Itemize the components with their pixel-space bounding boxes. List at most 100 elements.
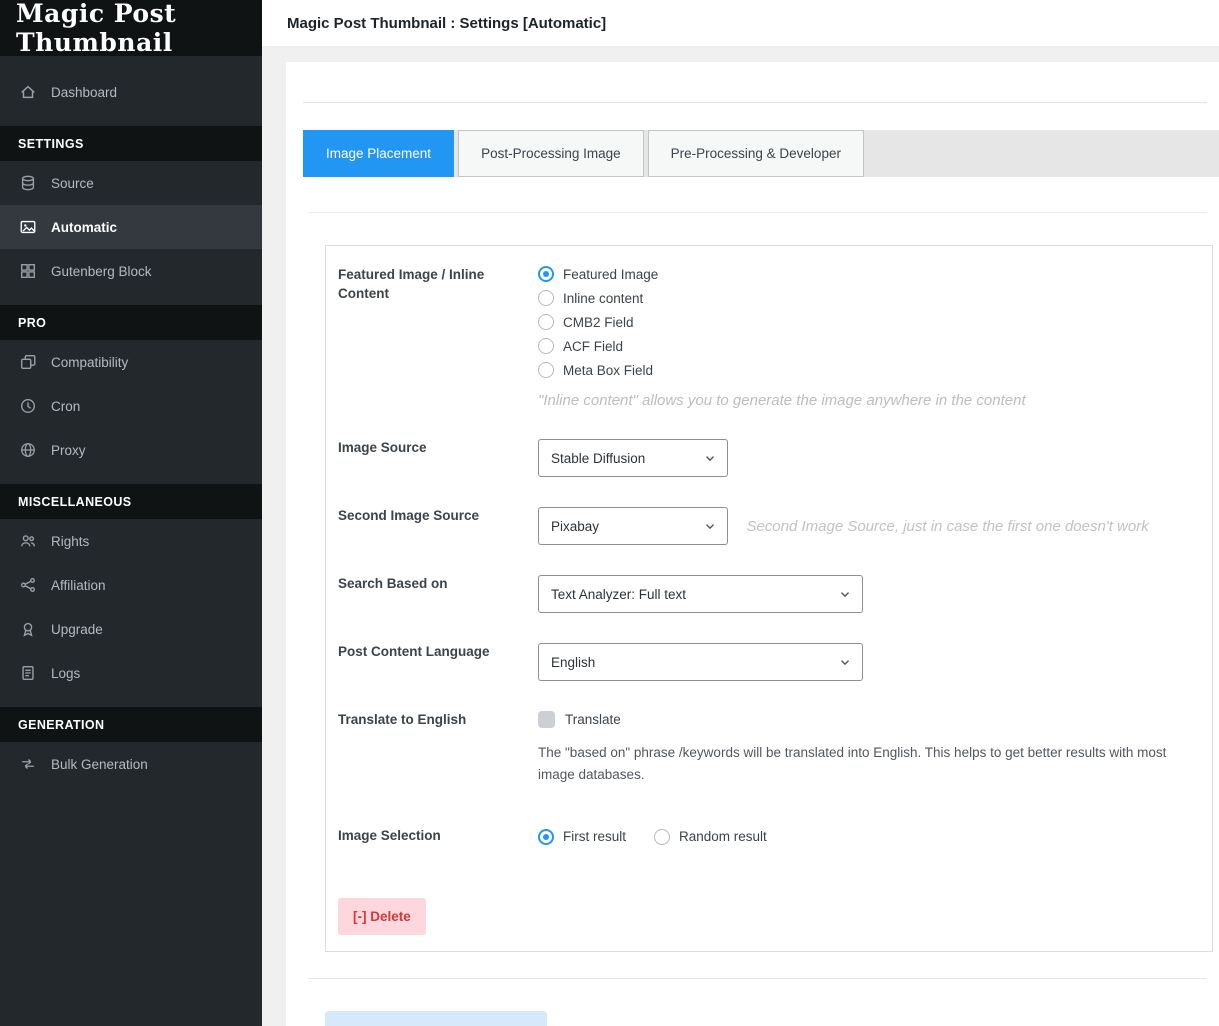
select-value: Pixabay: [551, 519, 599, 534]
award-icon: [18, 619, 38, 639]
sidebar-item-automatic[interactable]: Automatic: [0, 205, 262, 249]
sidebar-item-label: Bulk Generation: [51, 757, 148, 772]
post-content-language-select[interactable]: English: [538, 643, 863, 681]
clock-icon: [18, 396, 38, 416]
placement-options: Featured Image Inline content CMB2 Field…: [538, 266, 1200, 409]
sidebar: Magic Post Thumbnail Dashboard SETTINGS …: [0, 0, 262, 1026]
database-icon: [18, 173, 38, 193]
second-image-source-select[interactable]: Pixabay: [538, 507, 728, 545]
sidebar-item-rights[interactable]: Rights: [0, 519, 262, 563]
image-selection-options: First result Random result: [538, 827, 1200, 846]
radio-label: Meta Box Field: [563, 363, 653, 378]
app-logo: Magic Post Thumbnail: [0, 0, 262, 56]
checkbox-icon: [538, 711, 555, 728]
radio-first-result[interactable]: First result: [538, 829, 626, 845]
settings-card: Image Placement Post-Processing Image Pr…: [286, 62, 1219, 1026]
globe-icon: [18, 440, 38, 460]
select-value: English: [551, 655, 595, 670]
image-location-box: Featured Image / Inline Content Featured…: [325, 245, 1213, 952]
row-image-source: Image Source Stable Diffusion: [338, 439, 1200, 477]
sidebar-item-label: Automatic: [51, 220, 117, 235]
network-icon: [18, 575, 38, 595]
chevron-down-icon: [838, 655, 852, 669]
radio-icon: [538, 338, 554, 354]
radio-label: Inline content: [563, 291, 643, 306]
document-icon: [18, 663, 38, 683]
radio-meta-box-field[interactable]: Meta Box Field: [538, 362, 653, 378]
radio-icon: [538, 290, 554, 306]
sidebar-item-bulk-generation[interactable]: Bulk Generation: [0, 742, 262, 786]
sidebar-section-miscellaneous: MISCELLANEOUS: [0, 484, 262, 519]
radio-random-result[interactable]: Random result: [654, 829, 767, 845]
sidebar-item-label: Rights: [51, 534, 89, 549]
post-content-language-control: English: [538, 643, 1200, 681]
field-label-search-based-on: Search Based on: [338, 575, 538, 613]
card-divider: [303, 102, 1207, 103]
sidebar-item-cron[interactable]: Cron: [0, 384, 262, 428]
content-divider-bottom: [308, 978, 1207, 979]
second-image-source-control: Pixabay Second Image Source, just in cas…: [538, 507, 1200, 545]
sidebar-item-label: Source: [51, 176, 94, 191]
radio-icon: [654, 829, 670, 845]
tab-image-placement[interactable]: Image Placement: [303, 130, 454, 177]
sidebar-item-source[interactable]: Source: [0, 161, 262, 205]
radio-label: First result: [563, 829, 626, 844]
sidebar-item-upgrade[interactable]: Upgrade: [0, 607, 262, 651]
app-logo-text: Magic Post Thumbnail: [16, 0, 246, 57]
sidebar-section-settings: SETTINGS: [0, 126, 262, 161]
field-label-image-selection: Image Selection: [338, 827, 538, 846]
image-icon: [18, 217, 38, 237]
users-icon: [18, 531, 38, 551]
chevron-down-icon: [838, 587, 852, 601]
radio-icon: [538, 266, 554, 282]
sidebar-item-logs[interactable]: Logs: [0, 651, 262, 695]
topbar: Magic Post Thumbnail : Settings [Automat…: [262, 0, 1219, 46]
delete-button[interactable]: [-] Delete: [338, 898, 426, 935]
select-value: Stable Diffusion: [551, 451, 645, 466]
search-based-on-select[interactable]: Text Analyzer: Full text: [538, 575, 863, 613]
search-based-on-control: Text Analyzer: Full text: [538, 575, 1200, 613]
sidebar-item-gutenberg-block[interactable]: Gutenberg Block: [0, 249, 262, 293]
chevron-down-icon: [703, 519, 717, 533]
add-image-location-button[interactable]: [+] ADD AN IMAGE LOCATION: [325, 1011, 547, 1026]
sidebar-item-label: Compatibility: [51, 355, 128, 370]
translate-control: Translate The "based on" phrase /keyword…: [538, 711, 1200, 785]
sidebar-item-label: Logs: [51, 666, 80, 681]
image-source-select[interactable]: Stable Diffusion: [538, 439, 728, 477]
radio-cmb2-field[interactable]: CMB2 Field: [538, 314, 634, 330]
sidebar-section-pro: PRO: [0, 305, 262, 340]
tab-pre-processing-developer[interactable]: Pre-Processing & Developer: [648, 130, 864, 177]
radio-acf-field[interactable]: ACF Field: [538, 338, 623, 354]
radio-label: CMB2 Field: [563, 315, 634, 330]
field-label-post-content-language: Post Content Language: [338, 643, 538, 681]
radio-featured-image[interactable]: Featured Image: [538, 266, 658, 282]
layers-icon: [18, 352, 38, 372]
radio-label: ACF Field: [563, 339, 623, 354]
sidebar-item-label: Dashboard: [51, 85, 117, 100]
sidebar-section-generation: GENERATION: [0, 707, 262, 742]
row-second-image-source: Second Image Source Pixabay Second Image…: [338, 507, 1200, 545]
row-image-selection: Image Selection First result Random resu…: [338, 827, 1200, 846]
sidebar-item-label: Gutenberg Block: [51, 264, 152, 279]
sidebar-item-proxy[interactable]: Proxy: [0, 428, 262, 472]
tab-post-processing-image[interactable]: Post-Processing Image: [458, 130, 644, 177]
translate-help-text: The "based on" phrase /keywords will be …: [538, 742, 1193, 785]
sidebar-item-dashboard[interactable]: Dashboard: [0, 70, 262, 114]
row-placement: Featured Image / Inline Content Featured…: [338, 266, 1200, 409]
radio-inline-content[interactable]: Inline content: [538, 290, 643, 306]
radio-icon: [538, 829, 554, 845]
row-search-based-on: Search Based on Text Analyzer: Full text: [338, 575, 1200, 613]
main-content: Magic Post Thumbnail : Settings [Automat…: [262, 0, 1219, 1026]
content-divider-top: [308, 212, 1207, 213]
sidebar-item-affiliation[interactable]: Affiliation: [0, 563, 262, 607]
radio-label: Featured Image: [563, 267, 658, 282]
home-icon: [18, 82, 38, 102]
radio-icon: [538, 362, 554, 378]
sidebar-item-label: Cron: [51, 399, 80, 414]
row-translate: Translate to English Translate The "base…: [338, 711, 1200, 785]
radio-icon: [538, 314, 554, 330]
sidebar-item-label: Affiliation: [51, 578, 106, 593]
sidebar-item-compatibility[interactable]: Compatibility: [0, 340, 262, 384]
second-image-source-note: Second Image Source, just in case the fi…: [746, 518, 1148, 535]
translate-checkbox[interactable]: Translate: [538, 711, 621, 728]
